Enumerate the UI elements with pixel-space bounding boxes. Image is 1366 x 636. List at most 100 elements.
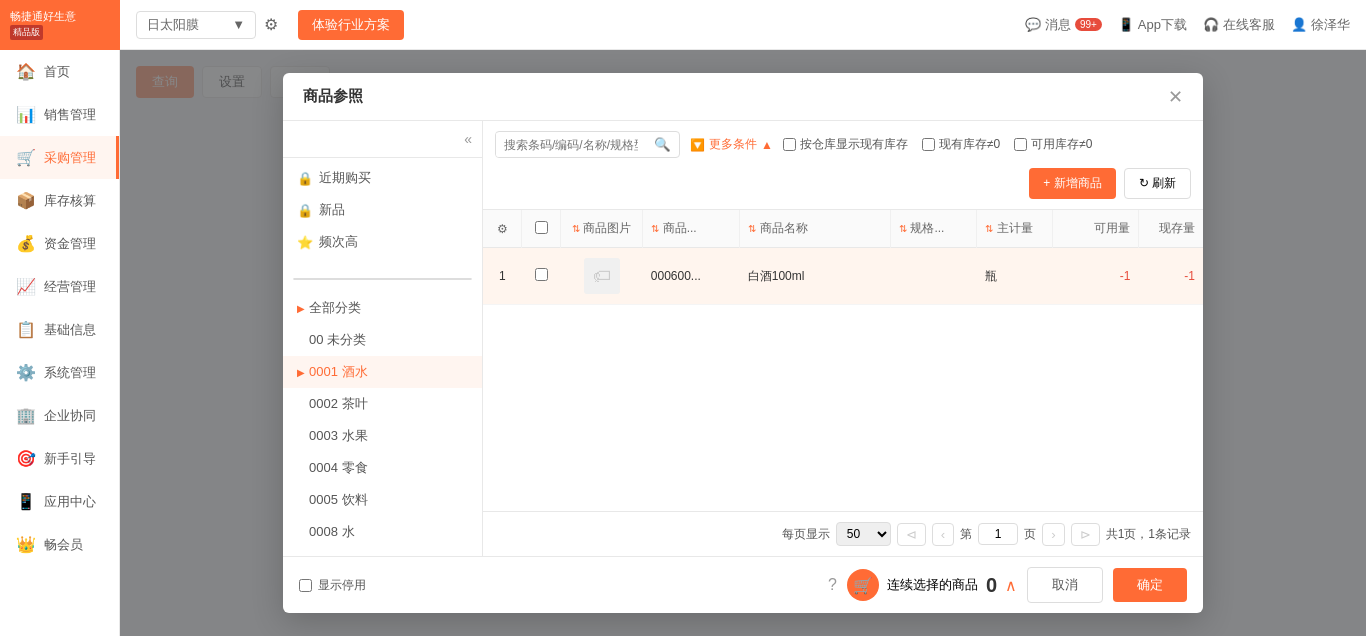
row-image-cell: 🏷 xyxy=(561,248,643,305)
category-search-input[interactable] xyxy=(294,278,460,280)
add-product-button[interactable]: + 新增商品 xyxy=(1029,168,1115,199)
dialog-footer: 显示停用 ? 🛒 连续选择的商品 0 ∧ 取消 确定 xyxy=(283,556,1203,613)
product-table: ⚙ ⇅ 商品图片 ⇅ 商品... xyxy=(483,210,1203,305)
user-profile-item[interactable]: 👤 徐泽华 xyxy=(1291,16,1350,34)
first-page-button[interactable]: ⊲ xyxy=(897,523,926,546)
dialog-body: « 🔒 近期购买 🔒 新品 ⭐ xyxy=(283,121,1203,556)
sidebar-item-basic-info[interactable]: 📋 基础信息 xyxy=(0,308,119,351)
per-page-label: 每页显示 xyxy=(782,526,830,543)
system-icon: ⚙️ xyxy=(16,363,36,382)
checkbox-stock-ne0[interactable]: 现有库存≠0 xyxy=(922,136,1000,153)
sidebar-item-system[interactable]: ⚙️ 系统管理 xyxy=(0,351,119,394)
row-stock-cell: -1 xyxy=(1138,248,1203,305)
dialog-close-button[interactable]: ✕ xyxy=(1168,88,1183,106)
app-download-item[interactable]: 📱 App下载 xyxy=(1118,16,1187,34)
row-checkbox[interactable] xyxy=(535,268,548,281)
nav-right: 💬 消息 99+ 📱 App下载 🎧 在线客服 👤 徐泽华 xyxy=(1025,16,1350,34)
online-service-item[interactable]: 🎧 在线客服 xyxy=(1203,16,1275,34)
cart-area: 🛒 连续选择的商品 0 ∧ xyxy=(847,569,1017,601)
sidebar-item-sales[interactable]: 📊 销售管理 xyxy=(0,93,119,136)
cat-item-0005[interactable]: 0005 饮料 xyxy=(283,484,482,516)
footer-right: ? 🛒 连续选择的商品 0 ∧ 取消 确定 xyxy=(828,567,1187,603)
row-checkbox-cell xyxy=(522,248,561,305)
sidebar: 🏠 首页 📊 销售管理 🛒 采购管理 📦 库存核算 💰 资金管理 📈 经营管理 … xyxy=(0,50,120,636)
cat-item-0001[interactable]: ▶ 0001 酒水 xyxy=(283,356,482,388)
sidebar-item-operations[interactable]: 📈 经营管理 xyxy=(0,265,119,308)
cat-item-0008[interactable]: 0008 水 xyxy=(283,516,482,548)
refresh-button[interactable]: ↻ 刷新 xyxy=(1124,168,1191,199)
enterprise-icon: 🏢 xyxy=(16,406,36,425)
all-categories-item[interactable]: ▶ 全部分类 xyxy=(283,292,482,324)
select-all-checkbox[interactable] xyxy=(535,221,548,234)
cat-expand-icon: ▶ xyxy=(297,367,305,378)
more-filter-button[interactable]: 🔽 更多条件 ▲ xyxy=(690,136,773,153)
product-search-button[interactable]: 🔍 xyxy=(646,132,679,157)
cat-item-0010[interactable]: 0010 家电 xyxy=(283,548,482,556)
warehouse-checkbox[interactable] xyxy=(783,138,796,151)
col-unit-header: ⇅ 主计量 xyxy=(977,210,1052,248)
show-disabled-checkbox[interactable] xyxy=(299,579,312,592)
col-avail-header: 可用量 xyxy=(1052,210,1138,248)
row-unit-cell: 瓶 xyxy=(977,248,1052,305)
last-page-button[interactable]: ⊳ xyxy=(1071,523,1100,546)
sort-unit-icon: ⇅ xyxy=(985,223,993,234)
stock-ne0-checkbox[interactable] xyxy=(922,138,935,151)
sidebar-item-guide[interactable]: 🎯 新手引导 xyxy=(0,437,119,480)
messages-item[interactable]: 💬 消息 99+ xyxy=(1025,16,1102,34)
cat-item-0003[interactable]: 0003 水果 xyxy=(283,420,482,452)
checkbox-warehouse[interactable]: 按仓库显示现有库存 xyxy=(783,136,908,153)
sort-code-icon: ⇅ xyxy=(651,223,659,234)
next-page-button[interactable]: › xyxy=(1042,523,1064,546)
prev-page-button[interactable]: ‹ xyxy=(932,523,954,546)
dialog-header: 商品参照 ✕ xyxy=(283,73,1203,121)
sidebar-item-member[interactable]: 👑 畅会员 xyxy=(0,523,119,566)
sidebar-item-enterprise[interactable]: 🏢 企业协同 xyxy=(0,394,119,437)
left-panel-top: « xyxy=(283,121,482,158)
dialog-title: 商品参照 xyxy=(303,87,363,106)
left-panel: « 🔒 近期购买 🔒 新品 ⭐ xyxy=(283,121,483,556)
table-row[interactable]: 1 🏷 000600... 白酒100ml xyxy=(483,248,1203,305)
message-icon: 💬 xyxy=(1025,17,1041,32)
sidebar-item-home[interactable]: 🏠 首页 xyxy=(0,50,119,93)
phone-icon: 📱 xyxy=(1118,17,1134,32)
per-page-select[interactable]: 50 10 20 100 xyxy=(836,522,891,546)
frequent-item[interactable]: ⭐ 频次高 xyxy=(283,226,482,258)
col-settings: ⚙ xyxy=(483,210,522,248)
avail-ne0-checkbox[interactable] xyxy=(1014,138,1027,151)
sort-spec-icon: ⇅ xyxy=(899,223,907,234)
recent-buy-item[interactable]: 🔒 近期购买 xyxy=(283,162,482,194)
col-code-header: ⇅ 商品... xyxy=(643,210,740,248)
toolbar-right: + 新增商品 ↻ 刷新 xyxy=(1029,168,1191,199)
collapse-footer-button[interactable]: ∧ xyxy=(1005,576,1017,595)
sort-name-icon: ⇅ xyxy=(748,223,756,234)
nav-dropdown[interactable]: 日太阳膜 ▼ xyxy=(136,11,256,39)
cat-item-0002[interactable]: 0002 茶叶 xyxy=(283,388,482,420)
cat-item-0004[interactable]: 0004 零食 xyxy=(283,452,482,484)
sidebar-item-inventory[interactable]: 📦 库存核算 xyxy=(0,179,119,222)
purchase-icon: 🛒 xyxy=(16,148,36,167)
info-icon: 📋 xyxy=(16,320,36,339)
category-search-button[interactable]: 🔍 xyxy=(460,278,472,280)
cancel-button[interactable]: 取消 xyxy=(1027,567,1103,603)
sidebar-item-finance[interactable]: 💰 资金管理 xyxy=(0,222,119,265)
show-disabled-label[interactable]: 显示停用 xyxy=(299,577,366,594)
star-icon: ⭐ xyxy=(297,235,313,250)
confirm-button[interactable]: 确定 xyxy=(1113,568,1187,602)
checkbox-avail-ne0[interactable]: 可用库存≠0 xyxy=(1014,136,1092,153)
sidebar-item-apps[interactable]: 📱 应用中心 xyxy=(0,480,119,523)
product-search-input[interactable] xyxy=(496,133,646,157)
product-dialog: 商品参照 ✕ « 🔒 近期购买 xyxy=(283,73,1203,613)
col-name-header: ⇅ 商品名称 xyxy=(740,210,891,248)
cat-item-00[interactable]: 00 未分类 xyxy=(283,324,482,356)
sort-icon: ⇅ xyxy=(572,223,580,234)
col-checkbox xyxy=(522,210,561,248)
trial-button[interactable]: 体验行业方案 xyxy=(298,10,404,40)
help-icon[interactable]: ? xyxy=(828,576,837,594)
page-number-input[interactable] xyxy=(978,523,1018,545)
total-info: 共1页，1条记录 xyxy=(1106,526,1191,543)
collapse-left-button[interactable]: « xyxy=(464,131,472,147)
gear-button[interactable]: ⚙ xyxy=(264,15,278,34)
new-items-item[interactable]: 🔒 新品 xyxy=(283,194,482,226)
sidebar-item-purchase[interactable]: 🛒 采购管理 xyxy=(0,136,119,179)
apps-icon: 📱 xyxy=(16,492,36,511)
